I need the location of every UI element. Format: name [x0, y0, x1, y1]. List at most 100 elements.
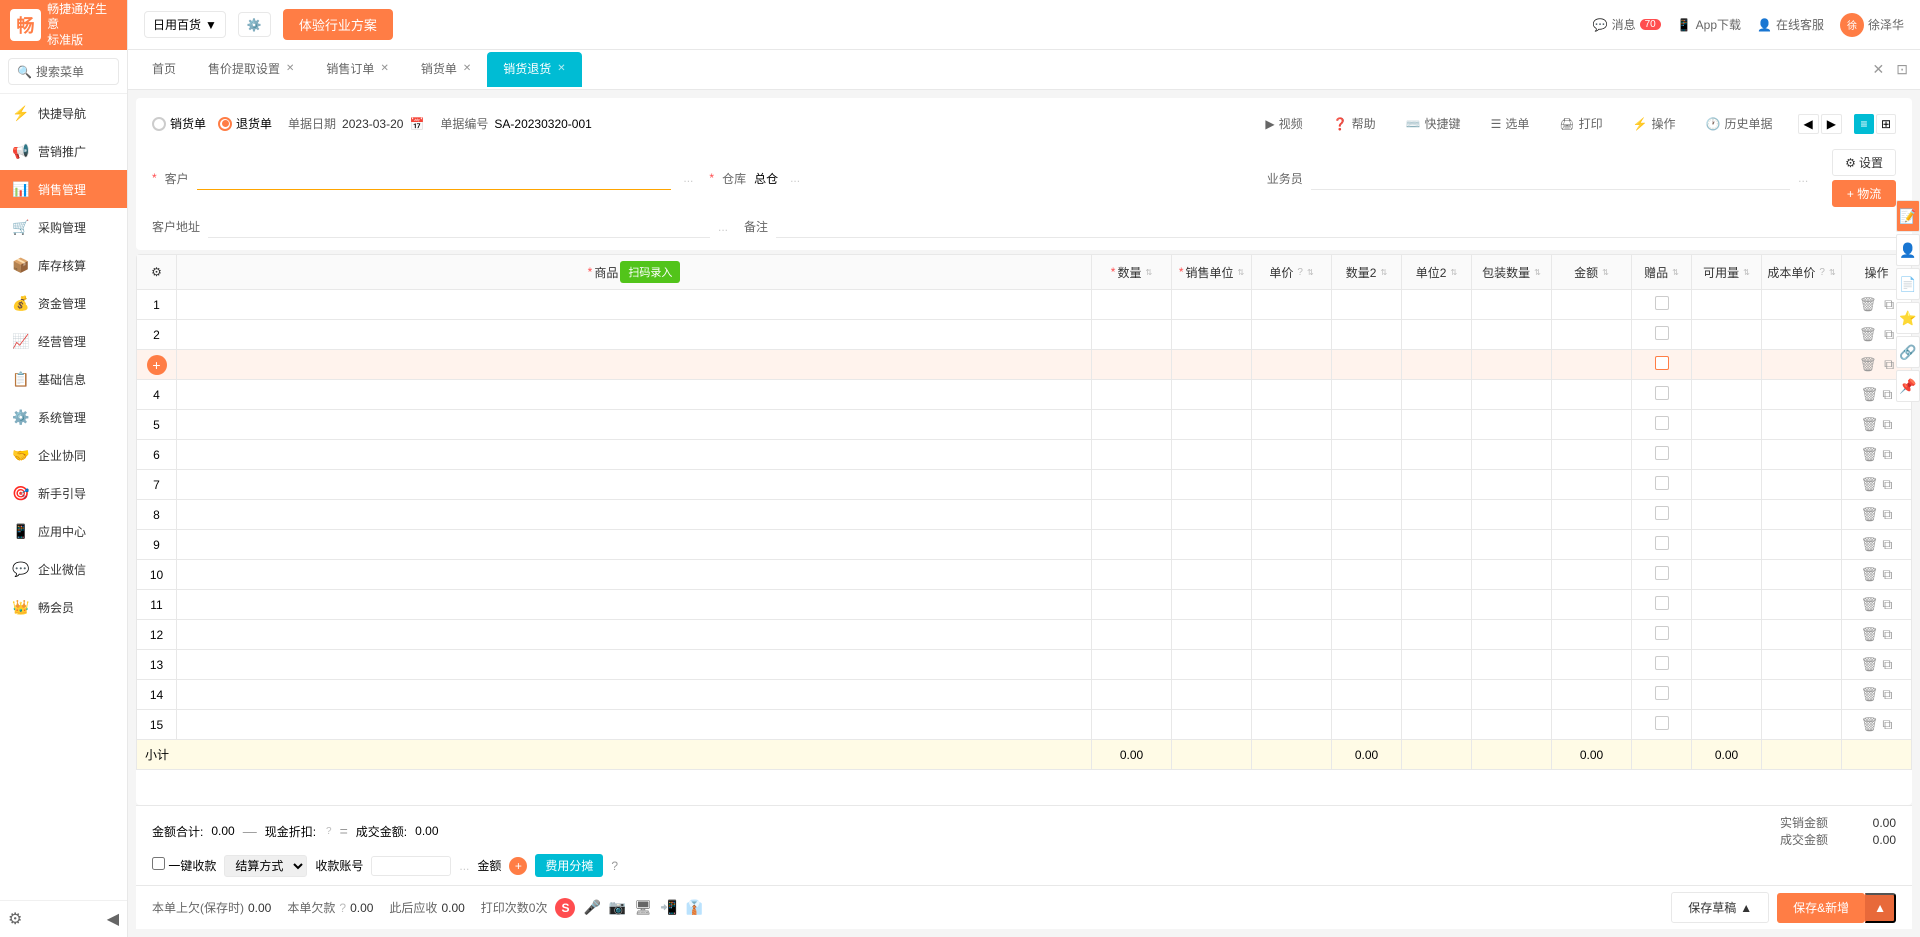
row-qty[interactable]: [1092, 320, 1172, 350]
delete-row-button[interactable]: 🗑: [1859, 414, 1881, 435]
select-action-button[interactable]: ☰ 选单: [1482, 110, 1539, 137]
tab-sales-order-close[interactable]: ✕: [380, 63, 388, 74]
payment-method-select[interactable]: 结算方式: [224, 855, 307, 877]
row-product-active[interactable]: [177, 350, 1092, 380]
date-picker-button[interactable]: 📅: [409, 117, 424, 131]
address-input[interactable]: [208, 215, 710, 238]
col-header-settings[interactable]: ⚙: [137, 255, 177, 290]
sidebar-item-operations[interactable]: 📈 经营管理: [0, 322, 127, 360]
row-qty2-active[interactable]: [1332, 350, 1402, 380]
fee-split-button[interactable]: 费用分摊: [535, 854, 603, 877]
sidebar-item-enterprise[interactable]: 🤝 企业协同: [0, 436, 127, 474]
sidebar-item-sales[interactable]: 📊 销售管理: [0, 170, 127, 208]
delete-row-button[interactable]: 🗑: [1859, 714, 1881, 735]
save-draft-button[interactable]: 保存草稿 ▲: [1671, 892, 1769, 923]
user-profile-button[interactable]: 徐 徐泽华: [1840, 13, 1904, 37]
side-float-pin[interactable]: 📌: [1896, 370, 1920, 402]
add-row-button[interactable]: +: [147, 355, 167, 375]
row-gift[interactable]: [1632, 290, 1692, 320]
copy-row-button[interactable]: ⧉: [1880, 444, 1894, 465]
close-tab-button[interactable]: ✕: [1869, 59, 1889, 80]
maximize-button[interactable]: ⊡: [1892, 59, 1912, 80]
row-unit[interactable]: [1172, 320, 1252, 350]
tab-price-settings-close[interactable]: ✕: [286, 63, 294, 74]
radio-return[interactable]: 退货单: [218, 115, 272, 132]
search-menu-button[interactable]: 🔍 搜索菜单: [8, 58, 119, 85]
copy-row-button[interactable]: ⧉: [1880, 654, 1894, 675]
price-help-icon[interactable]: ?: [1297, 267, 1303, 278]
side-float-link[interactable]: 🔗: [1896, 336, 1920, 368]
warehouse-select-button[interactable]: ...: [790, 171, 800, 185]
row-qty[interactable]: [1092, 290, 1172, 320]
customer-input[interactable]: [197, 167, 672, 190]
copy-row-button[interactable]: ⧉: [1880, 384, 1894, 405]
cash-discount-help-icon[interactable]: ?: [326, 826, 332, 837]
online-service-button[interactable]: 👤 在线客服: [1757, 16, 1824, 33]
row-qty-active[interactable]: [1092, 350, 1172, 380]
tab-sales-delivery[interactable]: 销货单 ✕: [405, 52, 487, 87]
tab-home[interactable]: 首页: [136, 52, 192, 87]
qty-sort-icon[interactable]: ⇅: [1145, 268, 1152, 277]
one-key-payment-checkbox[interactable]: 一键收款: [152, 857, 216, 874]
industry-select[interactable]: 日用百货 ▼: [144, 11, 226, 38]
message-button[interactable]: 💬 消息 70: [1593, 16, 1661, 33]
delete-row-button[interactable]: 🗑: [1859, 444, 1881, 465]
settings-button[interactable]: ⚙️: [238, 12, 271, 37]
gift-checkbox[interactable]: [1655, 716, 1669, 730]
copy-row-button[interactable]: ⧉: [1882, 354, 1896, 375]
delete-row-button[interactable]: 🗑: [1857, 324, 1879, 345]
copy-row-button[interactable]: ⧉: [1880, 504, 1894, 525]
gift-checkbox[interactable]: [1655, 626, 1669, 640]
row-amount[interactable]: [1552, 290, 1632, 320]
one-key-payment-input[interactable]: [152, 857, 165, 870]
copy-row-button[interactable]: ⧉: [1880, 684, 1894, 705]
sidebar-item-inventory[interactable]: 📦 库存核算: [0, 246, 127, 284]
sidebar-item-finance[interactable]: 💰 资金管理: [0, 284, 127, 322]
product-input-active[interactable]: [183, 358, 1085, 372]
row-unit2-active[interactable]: [1402, 350, 1472, 380]
delete-row-button[interactable]: 🗑: [1859, 594, 1881, 615]
row-unit-active[interactable]: [1172, 350, 1252, 380]
gift-checkbox[interactable]: [1655, 476, 1669, 490]
row-pack-active[interactable]: [1472, 350, 1552, 380]
sidebar-item-marketing[interactable]: 📢 营销推广: [0, 132, 127, 170]
pack-sort-icon[interactable]: ⇅: [1534, 268, 1541, 277]
row-price[interactable]: [1252, 320, 1332, 350]
row-pack[interactable]: [1472, 290, 1552, 320]
delete-row-button[interactable]: 🗑: [1859, 384, 1881, 405]
radio-delivery[interactable]: 销货单: [152, 115, 206, 132]
save-new-dropdown-button[interactable]: ▲: [1865, 893, 1896, 923]
row-price-active[interactable]: [1252, 350, 1332, 380]
customer-select-button[interactable]: ...: [683, 171, 693, 185]
sidebar-item-newbie[interactable]: 🎯 新手引导: [0, 474, 127, 512]
delete-row-button[interactable]: 🗑: [1859, 534, 1881, 555]
row-avail[interactable]: [1692, 290, 1762, 320]
row-price[interactable]: [1252, 290, 1332, 320]
price-sort-icon[interactable]: ⇅: [1307, 268, 1314, 277]
sidebar-item-member[interactable]: 👑 畅会员: [0, 588, 127, 626]
account-input[interactable]: [371, 856, 451, 876]
row-gift-active[interactable]: [1632, 350, 1692, 380]
tab-sales-return[interactable]: 销货退货 ✕: [487, 52, 581, 87]
delete-row-button[interactable]: 🗑: [1859, 654, 1881, 675]
delete-row-button[interactable]: 🗑: [1857, 294, 1879, 315]
experience-plan-button[interactable]: 体验行业方案: [283, 9, 393, 40]
row-avail-active[interactable]: [1692, 350, 1762, 380]
row-unit2[interactable]: [1402, 290, 1472, 320]
cost-sort-icon[interactable]: ⇅: [1829, 268, 1836, 277]
tab-price-settings[interactable]: 售价提取设置 ✕: [192, 52, 310, 87]
side-float-star[interactable]: ⭐: [1896, 302, 1920, 334]
fee-help-button[interactable]: ?: [611, 859, 618, 873]
qty2-sort-icon[interactable]: ⇅: [1380, 268, 1387, 277]
gift-checkbox[interactable]: [1655, 686, 1669, 700]
video-action-button[interactable]: ▶ 视频: [1256, 110, 1311, 137]
save-new-button[interactable]: 保存&新增: [1777, 893, 1865, 923]
logistics-button[interactable]: + 物流: [1832, 180, 1896, 207]
help-action-button[interactable]: ❓ 帮助: [1324, 110, 1385, 137]
view-grid-button[interactable]: ⊞: [1876, 114, 1896, 134]
app-download-button[interactable]: 📱 App下载: [1677, 16, 1741, 33]
sidebar-item-wechat[interactable]: 💬 企业微信: [0, 550, 127, 588]
gift-checkbox[interactable]: [1655, 536, 1669, 550]
row-gift[interactable]: [1632, 320, 1692, 350]
copy-row-button[interactable]: ⧉: [1880, 534, 1894, 555]
